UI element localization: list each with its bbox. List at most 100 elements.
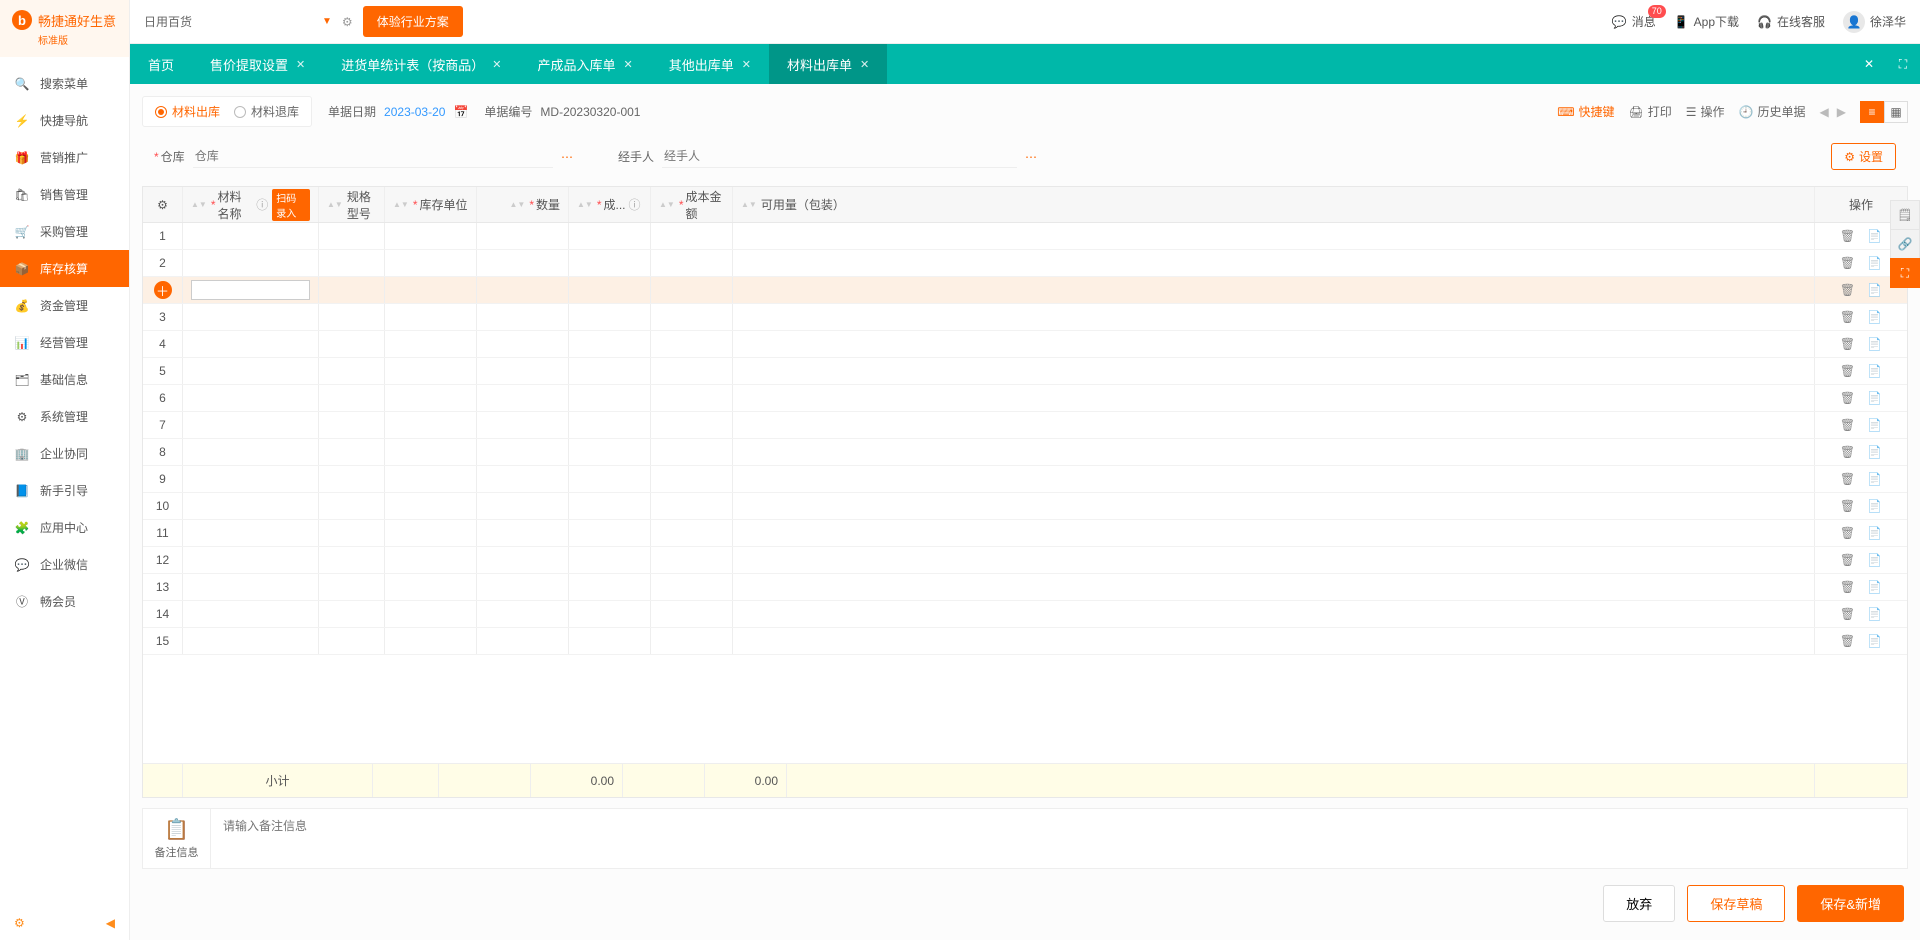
delete-row-icon[interactable]: 🗑 (1840, 310, 1855, 324)
remark-input[interactable] (223, 819, 1895, 833)
copy-row-icon[interactable]: 📄 (1867, 418, 1882, 432)
table-row[interactable]: 3🗑📄 (143, 304, 1907, 331)
delete-row-icon[interactable]: 🗑 (1840, 634, 1855, 648)
copy-row-icon[interactable]: 📄 (1867, 256, 1882, 270)
sidebar-item-13[interactable]: 💬企业微信 (0, 546, 129, 583)
handler-lookup-icon[interactable]: ⋯ (1025, 150, 1038, 164)
copy-row-icon[interactable]: 📄 (1867, 229, 1882, 243)
copy-row-icon[interactable]: 📄 (1867, 445, 1882, 459)
warehouse-lookup-icon[interactable]: ⋯ (561, 150, 574, 164)
delete-row-icon[interactable]: 🗑 (1840, 445, 1855, 459)
col-settings-icon[interactable]: ⚙ (143, 187, 183, 222)
prev-arrow[interactable]: ◀ (1820, 105, 1829, 119)
form-settings-button[interactable]: ⚙ 设置 (1831, 143, 1896, 170)
bill-date-field[interactable]: 单据日期 2023-03-20 📅 (328, 103, 468, 120)
table-row[interactable]: 5🗑📄 (143, 358, 1907, 385)
sidebar-item-4[interactable]: 🛒采购管理 (0, 213, 129, 250)
copy-row-icon[interactable]: 📄 (1867, 580, 1882, 594)
sidebar-item-0[interactable]: 🔍搜索菜单 (0, 65, 129, 102)
delete-row-icon[interactable]: 🗑 (1840, 337, 1855, 351)
history-link[interactable]: 🕘 历史单据 (1739, 103, 1806, 120)
tab-expand-button[interactable]: ⛶ (1886, 44, 1920, 84)
copy-row-icon[interactable]: 📄 (1867, 499, 1882, 513)
delete-row-icon[interactable]: 🗑 (1840, 229, 1855, 243)
sidebar-item-14[interactable]: Ⓥ畅会员 (0, 583, 129, 620)
copy-row-icon[interactable]: 📄 (1867, 283, 1882, 297)
copy-row-icon[interactable]: 📄 (1867, 364, 1882, 378)
delete-row-icon[interactable]: 🗑 (1840, 607, 1855, 621)
table-row[interactable]: ＋🗑📄 (143, 277, 1907, 304)
table-row[interactable]: 13🗑📄 (143, 574, 1907, 601)
table-row[interactable]: 14🗑📄 (143, 601, 1907, 628)
tab-5[interactable]: 材料出库单✕ (769, 44, 887, 84)
sidebar-item-6[interactable]: 💰资金管理 (0, 287, 129, 324)
side-tool-2[interactable]: 🔗 (1890, 229, 1920, 259)
tab-close-icon[interactable]: ✕ (860, 58, 869, 71)
delete-row-icon[interactable]: 🗑 (1840, 364, 1855, 378)
warehouse-input[interactable] (193, 145, 553, 168)
tab-close-icon[interactable]: ✕ (296, 58, 305, 71)
sidebar-item-2[interactable]: 🎁营销推广 (0, 139, 129, 176)
table-row[interactable]: 1🗑📄 (143, 223, 1907, 250)
table-row[interactable]: 15🗑📄 (143, 628, 1907, 655)
col-qty[interactable]: ▲▼*数量 (477, 187, 569, 222)
radio-material-out[interactable]: 材料出库 (155, 103, 220, 120)
table-row[interactable]: 7🗑📄 (143, 412, 1907, 439)
category-selector[interactable]: 日用百货 ▼ (144, 13, 332, 30)
table-row[interactable]: 10🗑📄 (143, 493, 1907, 520)
cta-button[interactable]: 体验行业方案 (363, 6, 463, 37)
table-row[interactable]: 9🗑📄 (143, 466, 1907, 493)
delete-row-icon[interactable]: 🗑 (1840, 472, 1855, 486)
table-row[interactable]: 4🗑📄 (143, 331, 1907, 358)
app-download-link[interactable]: 📱 App下载 (1674, 13, 1739, 30)
copy-row-icon[interactable]: 📄 (1867, 472, 1882, 486)
radio-material-return[interactable]: 材料退库 (234, 103, 299, 120)
ops-link[interactable]: ☰ 操作 (1686, 103, 1725, 120)
copy-row-icon[interactable]: 📄 (1867, 553, 1882, 567)
tab-close-button[interactable]: ✕ (1852, 44, 1886, 84)
copy-row-icon[interactable]: 📄 (1867, 337, 1882, 351)
copy-row-icon[interactable]: 📄 (1867, 634, 1882, 648)
sidebar-item-11[interactable]: 📘新手引导 (0, 472, 129, 509)
tab-close-icon[interactable]: ✕ (624, 58, 633, 71)
settings-gear-icon[interactable]: ⚙ (14, 916, 25, 930)
tab-close-icon[interactable]: ✕ (492, 58, 501, 71)
view-grid-icon[interactable]: ▦ (1884, 101, 1908, 123)
table-row[interactable]: 11🗑📄 (143, 520, 1907, 547)
tab-0[interactable]: 首页 (130, 44, 192, 84)
col-material[interactable]: ▲▼*材料名称ⓘ扫码录入 (183, 187, 319, 222)
delete-row-icon[interactable]: 🗑 (1840, 526, 1855, 540)
handler-input[interactable] (662, 145, 1017, 168)
tab-close-icon[interactable]: ✕ (742, 58, 751, 71)
shortcut-link[interactable]: ⌨ 快捷键 (1557, 103, 1614, 120)
side-tool-3[interactable]: ⛶ (1890, 258, 1920, 288)
tab-4[interactable]: 其他出库单✕ (651, 44, 769, 84)
copy-row-icon[interactable]: 📄 (1867, 310, 1882, 324)
sidebar-item-10[interactable]: 🏢企业协同 (0, 435, 129, 472)
user-menu[interactable]: 👤 徐泽华 (1843, 11, 1906, 33)
col-cost-amount[interactable]: ▲▼*成本金额 (651, 187, 733, 222)
sidebar-item-12[interactable]: 🧩应用中心 (0, 509, 129, 546)
collapse-icon[interactable]: ◀ (106, 916, 115, 930)
table-row[interactable]: 6🗑📄 (143, 385, 1907, 412)
sidebar-item-7[interactable]: 📊经营管理 (0, 324, 129, 361)
table-row[interactable]: 12🗑📄 (143, 547, 1907, 574)
sidebar-item-8[interactable]: 🗂基础信息 (0, 361, 129, 398)
category-settings-icon[interactable]: ⚙ (342, 15, 353, 29)
sidebar-item-9[interactable]: ⚙系统管理 (0, 398, 129, 435)
delete-row-icon[interactable]: 🗑 (1840, 256, 1855, 270)
delete-row-icon[interactable]: 🗑 (1840, 499, 1855, 513)
copy-row-icon[interactable]: 📄 (1867, 526, 1882, 540)
tab-1[interactable]: 售价提取设置✕ (192, 44, 323, 84)
messages-link[interactable]: 💬 消息 70 (1612, 13, 1656, 30)
table-row[interactable]: 2🗑📄 (143, 250, 1907, 277)
discard-button[interactable]: 放弃 (1603, 885, 1675, 922)
view-list-icon[interactable]: ≡ (1860, 101, 1884, 123)
next-arrow[interactable]: ▶ (1837, 105, 1846, 119)
print-link[interactable]: 🖨 打印 (1629, 103, 1672, 120)
col-cost[interactable]: ▲▼*成...ⓘ (569, 187, 651, 222)
delete-row-icon[interactable]: 🗑 (1840, 283, 1855, 297)
material-input[interactable] (191, 280, 310, 300)
col-spec[interactable]: ▲▼规格型号 (319, 187, 385, 222)
save-new-button[interactable]: 保存&新增 (1797, 885, 1904, 922)
